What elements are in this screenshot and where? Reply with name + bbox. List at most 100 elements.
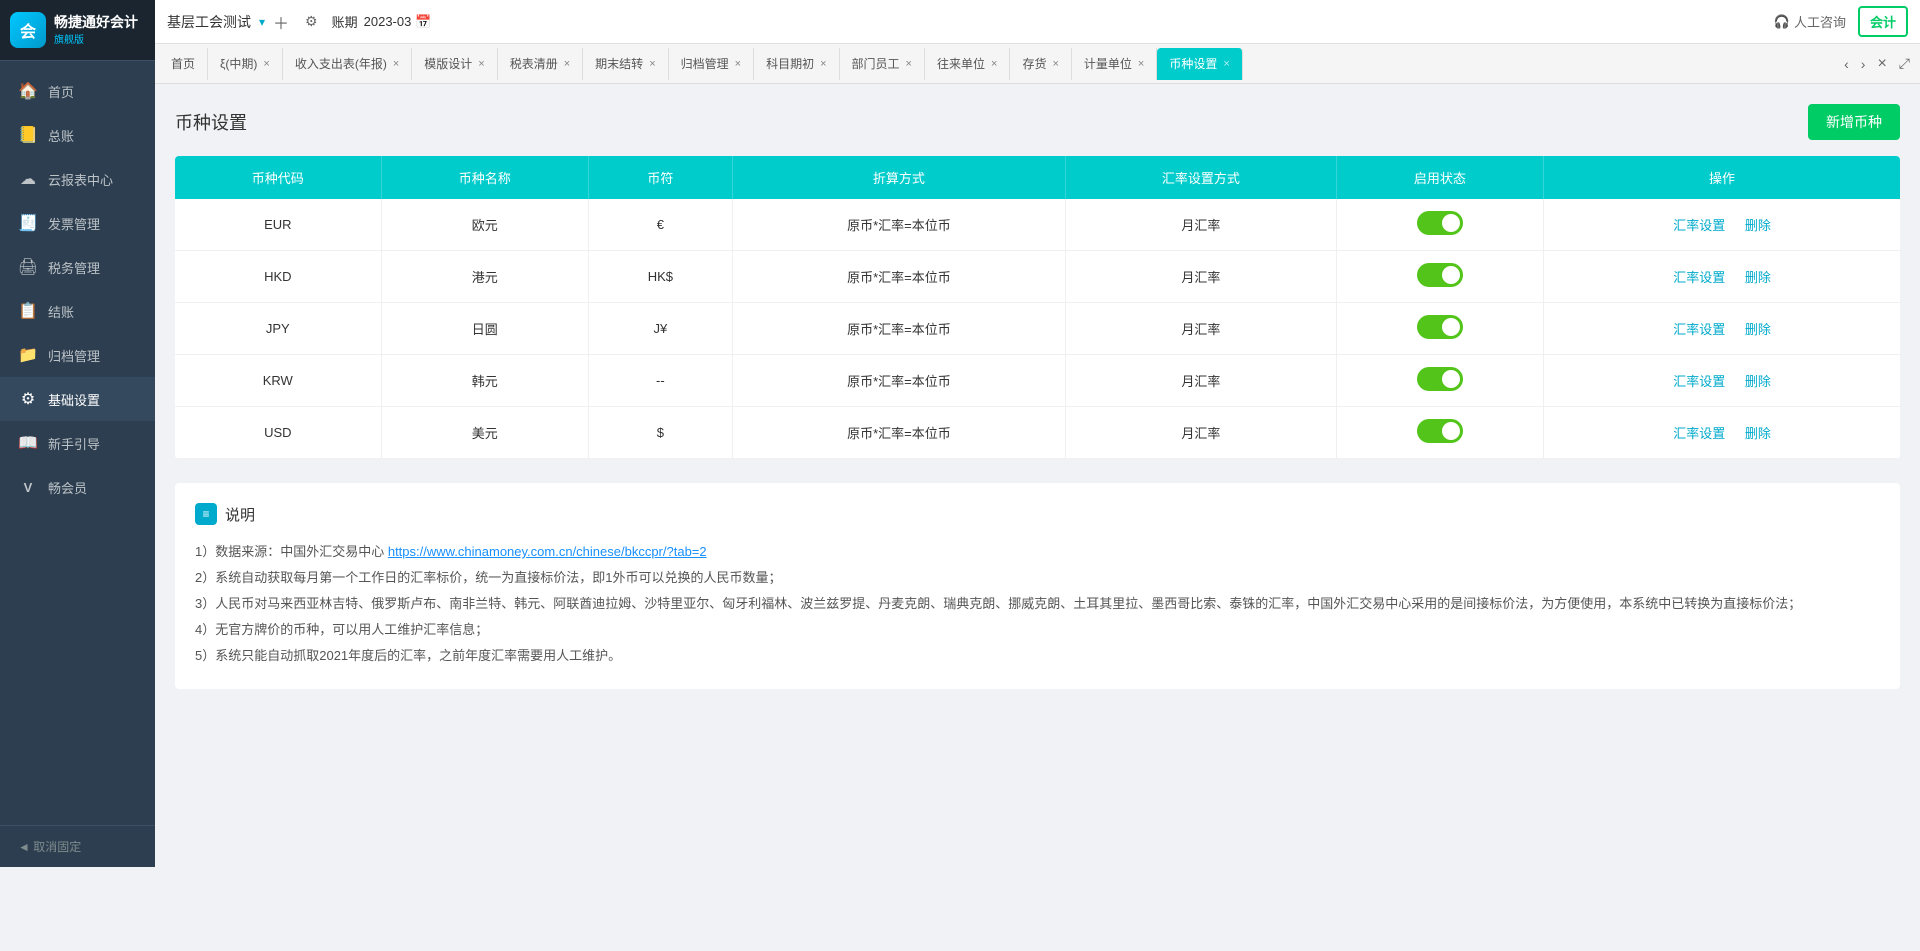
sidebar-item-invoice[interactable]: 🧾 发票管理 xyxy=(0,201,155,245)
tab-label-cunkuo: 存货 xyxy=(1022,55,1046,72)
sidebar-item-home[interactable]: 🏠 首页 xyxy=(0,69,155,113)
tab-qimo[interactable]: 期末结转 × xyxy=(583,48,668,80)
cell-status-2 xyxy=(1336,303,1543,355)
page-title: 币种设置 xyxy=(175,109,247,135)
tab-close-kemuqichu[interactable]: × xyxy=(820,58,826,70)
sidebar-item-reports[interactable]: ☁ 云报表中心 xyxy=(0,157,155,201)
tab-expand-button[interactable]: ⤢ xyxy=(1893,55,1916,72)
delete-link-0[interactable]: 删除 xyxy=(1745,218,1771,233)
company-dropdown[interactable]: ▾ xyxy=(259,15,265,29)
sidebar-item-member[interactable]: V 畅会员 xyxy=(0,465,155,509)
notes-link-0[interactable]: https://www.chinamoney.com.cn/chinese/bk… xyxy=(388,544,707,559)
sidebar-item-tax[interactable]: 🖨 税务管理 xyxy=(0,245,155,289)
delete-link-4[interactable]: 删除 xyxy=(1745,426,1771,441)
tab-close-bizhong[interactable]: × xyxy=(1223,58,1229,70)
tab-label-kemuqichu: 科目期初 xyxy=(766,55,814,72)
tab-label-qimo: 期末结转 xyxy=(595,55,643,72)
toggle-switch-2[interactable] xyxy=(1417,315,1463,339)
tab-next-button[interactable]: › xyxy=(1855,56,1872,72)
cell-symbol-2: J¥ xyxy=(588,303,732,355)
table-row: KRW 韩元 -- 原币*汇率=本位币 月汇率 汇率设置 删除 xyxy=(175,355,1900,407)
notes-item: 5）系统只能自动抓取2021年度后的汇率，之前年度汇率需要用人工维护。 xyxy=(195,643,1880,669)
tab-guidang[interactable]: 归档管理 × xyxy=(669,48,754,80)
tab-close-qimo[interactable]: × xyxy=(649,58,655,70)
new-currency-button[interactable]: 新增币种 xyxy=(1808,104,1900,140)
cell-name-0: 欧元 xyxy=(381,199,588,251)
cell-action-2: 汇率设置 删除 xyxy=(1544,303,1900,355)
sidebar-unpin-button[interactable]: ◄ 取消固定 xyxy=(0,825,155,867)
tab-bizhong[interactable]: 币种设置 × xyxy=(1157,48,1242,80)
tab-shuibiao[interactable]: 税表清册 × xyxy=(498,48,583,80)
sidebar-label-ledger: 总账 xyxy=(48,126,74,145)
settings-gear-icon[interactable]: ⚙ xyxy=(305,13,318,30)
sidebar-item-settings[interactable]: ⚙ 基础设置 xyxy=(0,377,155,421)
delete-link-1[interactable]: 删除 xyxy=(1745,270,1771,285)
kuaiji-button[interactable]: 会计 xyxy=(1858,6,1908,37)
cell-symbol-1: HK$ xyxy=(588,251,732,303)
tab-zhongqi[interactable]: ξ(中期) × xyxy=(208,48,283,80)
cell-rate-type-4: 月汇率 xyxy=(1066,407,1337,459)
tab-wanglaidanwei[interactable]: 往来单位 × xyxy=(925,48,1010,80)
sidebar-item-guide[interactable]: 📖 新手引导 xyxy=(0,421,155,465)
rate-setting-link-2[interactable]: 汇率设置 xyxy=(1673,322,1725,337)
tab-close-shuibiao[interactable]: × xyxy=(564,58,570,70)
col-header-rate-type: 汇率设置方式 xyxy=(1066,156,1337,199)
sidebar-item-ledger[interactable]: 📒 总账 xyxy=(0,113,155,157)
rate-setting-link-3[interactable]: 汇率设置 xyxy=(1673,374,1725,389)
tab-jiliang[interactable]: 计量单位 × xyxy=(1072,48,1157,80)
rate-setting-link-0[interactable]: 汇率设置 xyxy=(1673,218,1725,233)
cell-action-0: 汇率设置 删除 xyxy=(1544,199,1900,251)
topbar: 基层工会测试 ▾ ＋ ⚙ 账期 2023-03 📅 🎧 人工咨询 会计 xyxy=(155,0,1920,44)
tab-close-zhongqi[interactable]: × xyxy=(263,58,269,70)
notes-list: 1）数据来源：中国外汇交易中心 https://www.chinamoney.c… xyxy=(195,539,1880,669)
reports-icon: ☁ xyxy=(18,169,38,189)
tab-shouru[interactable]: 收入支出表(年报) × xyxy=(283,48,412,80)
cell-code-4: USD xyxy=(175,407,381,459)
table-row: JPY 日圆 J¥ 原币*汇率=本位币 月汇率 汇率设置 删除 xyxy=(175,303,1900,355)
tab-close-bumen[interactable]: × xyxy=(906,58,912,70)
tab-close-cunkuo[interactable]: × xyxy=(1052,58,1058,70)
tab-prev-button[interactable]: ‹ xyxy=(1838,56,1855,72)
table-row: EUR 欧元 € 原币*汇率=本位币 月汇率 汇率设置 删除 xyxy=(175,199,1900,251)
rate-setting-link-1[interactable]: 汇率设置 xyxy=(1673,270,1725,285)
table-row: HKD 港元 HK$ 原币*汇率=本位币 月汇率 汇率设置 删除 xyxy=(175,251,1900,303)
tab-home[interactable]: 首页 xyxy=(159,48,208,80)
toggle-switch-3[interactable] xyxy=(1417,367,1463,391)
sidebar-label-invoice: 发票管理 xyxy=(48,214,100,233)
period-label: 账期 xyxy=(332,12,358,31)
tab-kemuqichu[interactable]: 科目期初 × xyxy=(754,48,839,80)
tab-label-home: 首页 xyxy=(171,55,195,72)
member-icon: V xyxy=(18,477,38,497)
delete-link-2[interactable]: 删除 xyxy=(1745,322,1771,337)
tab-close-all-button[interactable]: × xyxy=(1871,55,1892,73)
sidebar-label-archive: 归档管理 xyxy=(48,346,100,365)
sidebar-label-settlement: 结账 xyxy=(48,302,74,321)
notes-title-text: 说明 xyxy=(225,504,255,525)
delete-link-3[interactable]: 删除 xyxy=(1745,374,1771,389)
sidebar-label-reports: 云报表中心 xyxy=(48,170,113,189)
sidebar-item-settlement[interactable]: 📋 结账 xyxy=(0,289,155,333)
tab-close-wanglaidanwei[interactable]: × xyxy=(991,58,997,70)
service-button[interactable]: 🎧 人工咨询 xyxy=(1774,12,1846,31)
notes-item: 1）数据来源：中国外汇交易中心 https://www.chinamoney.c… xyxy=(195,539,1880,565)
sidebar-item-archive[interactable]: 📁 归档管理 xyxy=(0,333,155,377)
tab-close-mubansheji[interactable]: × xyxy=(478,58,484,70)
sidebar-label-member: 畅会员 xyxy=(48,478,87,497)
toggle-switch-0[interactable] xyxy=(1417,211,1463,235)
tab-close-jiliang[interactable]: × xyxy=(1138,58,1144,70)
tab-cunkuo[interactable]: 存货 × xyxy=(1010,48,1071,80)
tab-bumen[interactable]: 部门员工 × xyxy=(840,48,925,80)
tab-close-guidang[interactable]: × xyxy=(735,58,741,70)
logo-sub: 旗舰版 xyxy=(54,31,138,46)
cell-code-0: EUR xyxy=(175,199,381,251)
toggle-switch-4[interactable] xyxy=(1417,419,1463,443)
tab-close-shouru[interactable]: × xyxy=(393,58,399,70)
toggle-switch-1[interactable] xyxy=(1417,263,1463,287)
tab-label-shouru: 收入支出表(年报) xyxy=(295,55,387,72)
tax-icon: 🖨 xyxy=(18,257,38,277)
tab-mubansheji[interactable]: 模版设计 × xyxy=(412,48,497,80)
rate-setting-link-4[interactable]: 汇率设置 xyxy=(1673,426,1725,441)
add-tab-button[interactable]: ＋ xyxy=(273,10,289,34)
calendar-icon[interactable]: 📅 xyxy=(415,14,431,30)
sidebar-label-settings: 基础设置 xyxy=(48,390,100,409)
